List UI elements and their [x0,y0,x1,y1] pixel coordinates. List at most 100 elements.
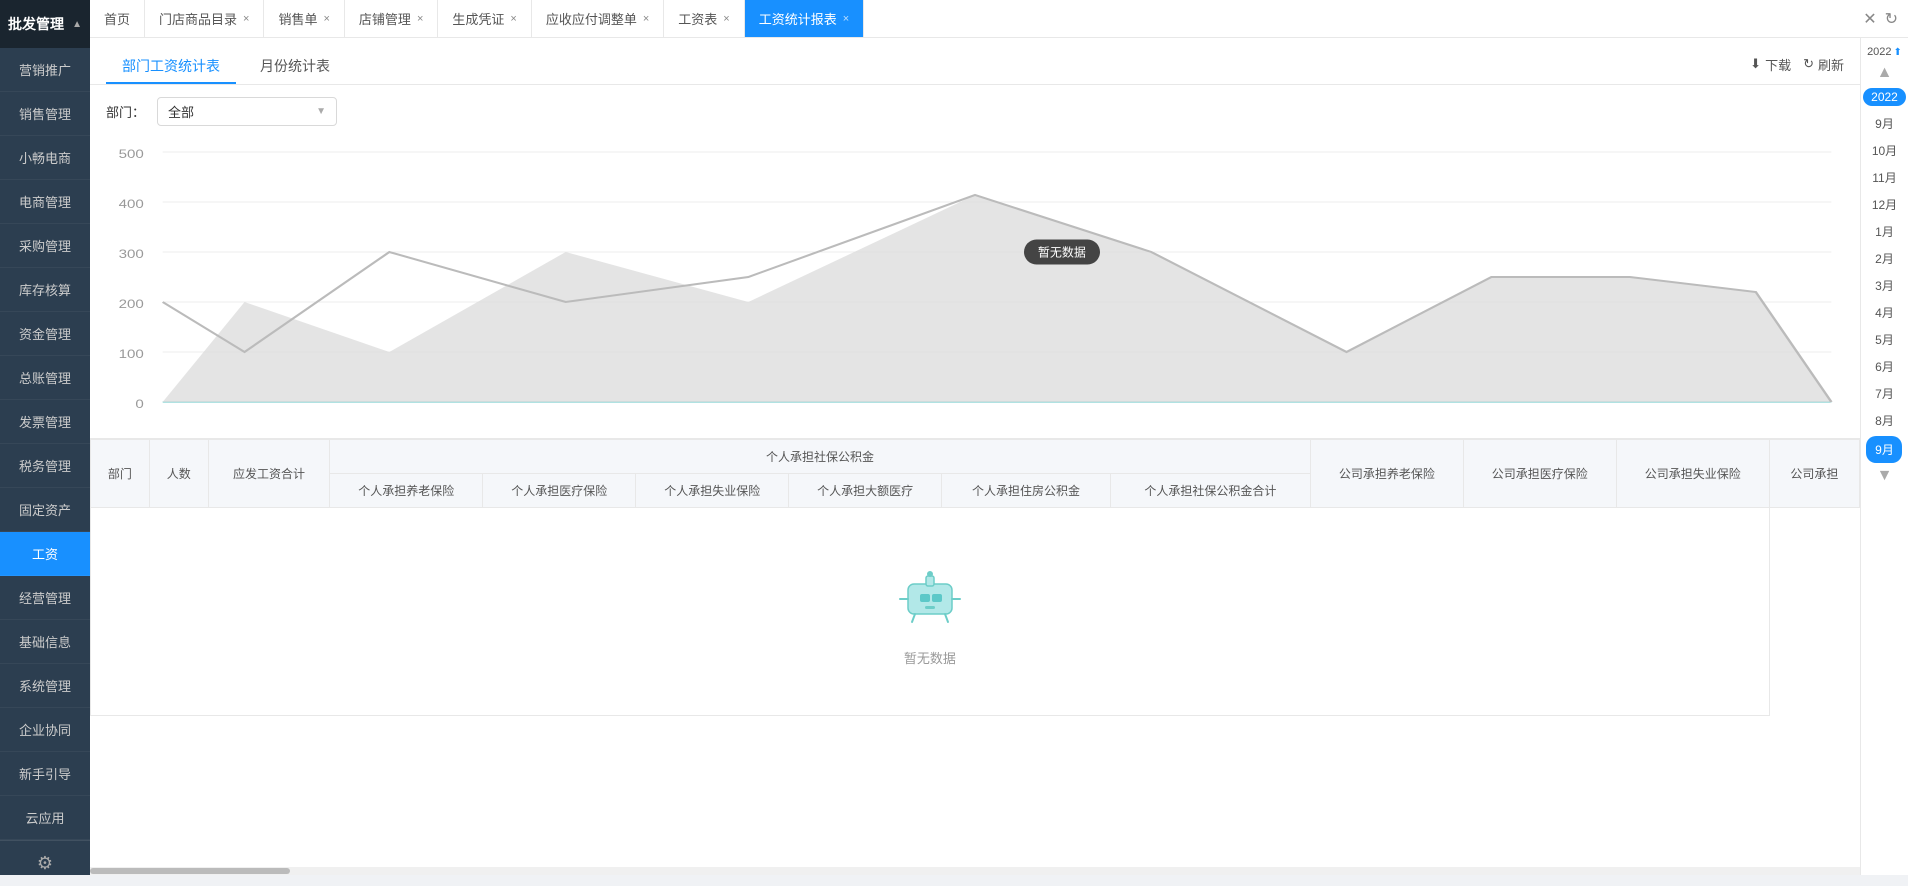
tab-工资表[interactable]: 工资表× [664,0,744,38]
th-personal-total: 个人承担社保公积金合计 [1110,474,1310,508]
th-personal-pension: 个人承担养老保险 [330,474,483,508]
timeline-month-2月[interactable]: 2月 [1863,245,1906,272]
timeline-month-7月[interactable]: 7月 [1863,380,1906,407]
tooltip-text: 暂无数据 [1024,240,1100,265]
scrollbar-thumb[interactable] [90,868,290,874]
data-table: 部门 人数 应发工资合计 个人承担社保公积金 公司承担养老保险 公司承担医疗保险… [90,439,1860,716]
department-select-value: 全部 [168,102,194,121]
th-company-other: 公司承担 [1769,440,1859,508]
timeline-header: 2022 ⬆ [1867,42,1902,62]
chart-area: 500 400 300 200 100 0 [106,138,1844,438]
table-header-row1: 部门 人数 应发工资合计 个人承担社保公积金 公司承担养老保险 公司承担医疗保险… [91,440,1860,474]
svg-text:300: 300 [119,247,145,260]
sidebar-item-新手引导[interactable]: 新手引导 [0,752,90,796]
tab-应收应付调整单[interactable]: 应收应付调整单× [532,0,664,38]
sidebar-item-电商管理[interactable]: 电商管理 [0,180,90,224]
timeline-year-2022-badge: 2022 [1863,88,1906,106]
tab-close-icon[interactable]: × [643,13,649,25]
sidebar-item-企业协同[interactable]: 企业协同 [0,708,90,752]
sidebar-item-库存核算[interactable]: 库存核算 [0,268,90,312]
sub-tab-部门工资统计表[interactable]: 部门工资统计表 [106,50,236,84]
sidebar-settings-button[interactable]: ⚙ [0,840,90,886]
download-label: 下载 [1765,55,1791,74]
timeline-month-12月[interactable]: 12月 [1863,191,1906,218]
download-icon: ⬇ [1750,56,1761,72]
timeline-month-10月[interactable]: 10月 [1863,137,1906,164]
table-area[interactable]: 部门 人数 应发工资合计 个人承担社保公积金 公司承担养老保险 公司承担医疗保险… [90,438,1860,867]
sidebar-title: 批发管理 [8,14,64,34]
sidebar-item-税务管理[interactable]: 税务管理 [0,444,90,488]
sidebar-item-采购管理[interactable]: 采购管理 [0,224,90,268]
sidebar-item-发票管理[interactable]: 发票管理 [0,400,90,444]
tab-门店商品目录[interactable]: 门店商品目录× [145,0,264,38]
sidebar-item-总账管理[interactable]: 总账管理 [0,356,90,400]
table-row: 暂无数据 [91,508,1860,716]
sidebar: 批发管理 ▲ 营销推广销售管理小畅电商电商管理采购管理库存核算资金管理总账管理发… [0,0,90,875]
tab-bar-actions: ✕ ↻ [1855,9,1908,29]
sidebar-item-基础信息[interactable]: 基础信息 [0,620,90,664]
horizontal-scrollbar[interactable] [90,867,1860,875]
chart-tooltip: 暂无数据 [1024,240,1100,265]
tab-销售单[interactable]: 销售单× [264,0,344,38]
timeline-month-4月[interactable]: 4月 [1863,299,1906,326]
timeline-month-5月[interactable]: 5月 [1863,326,1906,353]
download-button[interactable]: ⬇ 下载 [1750,55,1791,74]
timeline-month-9月[interactable]: 9月 [1866,436,1902,463]
close-all-icon[interactable]: ✕ [1863,9,1876,29]
timeline-month-8月[interactable]: 8月 [1863,407,1906,434]
tab-工资统计报表[interactable]: 工资统计报表× [745,0,864,38]
sub-tabs-left: 部门工资统计表月份统计表 [106,50,354,84]
tab-close-icon[interactable]: × [243,13,249,25]
filter-bar: 部门： 全部 ▼ [90,85,1860,138]
sidebar-collapse-arrow[interactable]: ▲ [72,19,82,30]
chart-svg: 500 400 300 200 100 0 [106,138,1844,438]
th-personal-unemployment: 个人承担失业保险 [636,474,789,508]
sidebar-item-销售管理[interactable]: 销售管理 [0,92,90,136]
tab-生成凭证[interactable]: 生成凭证× [438,0,531,38]
main-area: 首页门店商品目录×销售单×店铺管理×生成凭证×应收应付调整单×工资表×工资统计报… [90,0,1908,875]
content-area: 部门工资统计表月份统计表 ⬇ 下载 ↻ 刷新 部门： 全部 [90,38,1908,875]
sidebar-item-小畅电商[interactable]: 小畅电商 [0,136,90,180]
sidebar-item-系统管理[interactable]: 系统管理 [0,664,90,708]
th-total-salary: 应发工资合计 [208,440,330,508]
department-select[interactable]: 全部 ▼ [157,97,337,126]
svg-text:0: 0 [135,397,144,410]
sub-tab-月份统计表[interactable]: 月份统计表 [244,50,346,84]
timeline-up-icon[interactable]: ▲ [1877,62,1893,84]
chart-container: 500 400 300 200 100 0 [90,138,1860,438]
tab-close-icon[interactable]: × [417,13,423,25]
svg-text:400: 400 [119,197,145,210]
tab-close-icon[interactable]: × [843,13,849,25]
sidebar-item-营销推广[interactable]: 营销推广 [0,48,90,92]
timeline-month-11月[interactable]: 11月 [1863,164,1906,191]
empty-state: 暂无数据 [101,516,1759,707]
sub-tabs-right: ⬇ 下载 ↻ 刷新 [1750,55,1844,80]
refresh-button[interactable]: ↻ 刷新 [1803,55,1844,74]
refresh-tabs-icon[interactable]: ↻ [1885,9,1898,29]
tab-close-icon[interactable]: × [323,13,329,25]
tab-close-icon[interactable]: × [723,13,729,25]
timeline-month-1月[interactable]: 1月 [1863,218,1906,245]
sidebar-item-经营管理[interactable]: 经营管理 [0,576,90,620]
timeline-month-6月[interactable]: 6月 [1863,353,1906,380]
sidebar-item-云应用[interactable]: 云应用 [0,796,90,840]
page-content: 部门工资统计表月份统计表 ⬇ 下载 ↻ 刷新 部门： 全部 [90,38,1860,875]
timeline-month-3月[interactable]: 3月 [1863,272,1906,299]
tab-close-icon[interactable]: × [510,13,516,25]
tab-店铺管理[interactable]: 店铺管理× [345,0,438,38]
th-company-pension: 公司承担养老保险 [1310,440,1463,508]
sidebar-item-资金管理[interactable]: 资金管理 [0,312,90,356]
tab-首页[interactable]: 首页 [90,0,145,38]
th-personal-medical: 个人承担医疗保险 [483,474,636,508]
sidebar-item-固定资产[interactable]: 固定资产 [0,488,90,532]
svg-text:200: 200 [119,297,145,310]
th-department: 部门 [91,440,150,508]
svg-text:100: 100 [119,347,145,360]
refresh-label: 刷新 [1818,55,1844,74]
timeline-month-9月[interactable]: 9月 [1863,110,1906,137]
gear-icon: ⚙ [37,853,53,873]
timeline-down-icon[interactable]: ▼ [1877,465,1893,487]
sidebar-item-工资[interactable]: 工资 [0,532,90,576]
timeline-year-label: 2022 [1867,46,1891,58]
sidebar-header[interactable]: 批发管理 ▲ [0,0,90,48]
